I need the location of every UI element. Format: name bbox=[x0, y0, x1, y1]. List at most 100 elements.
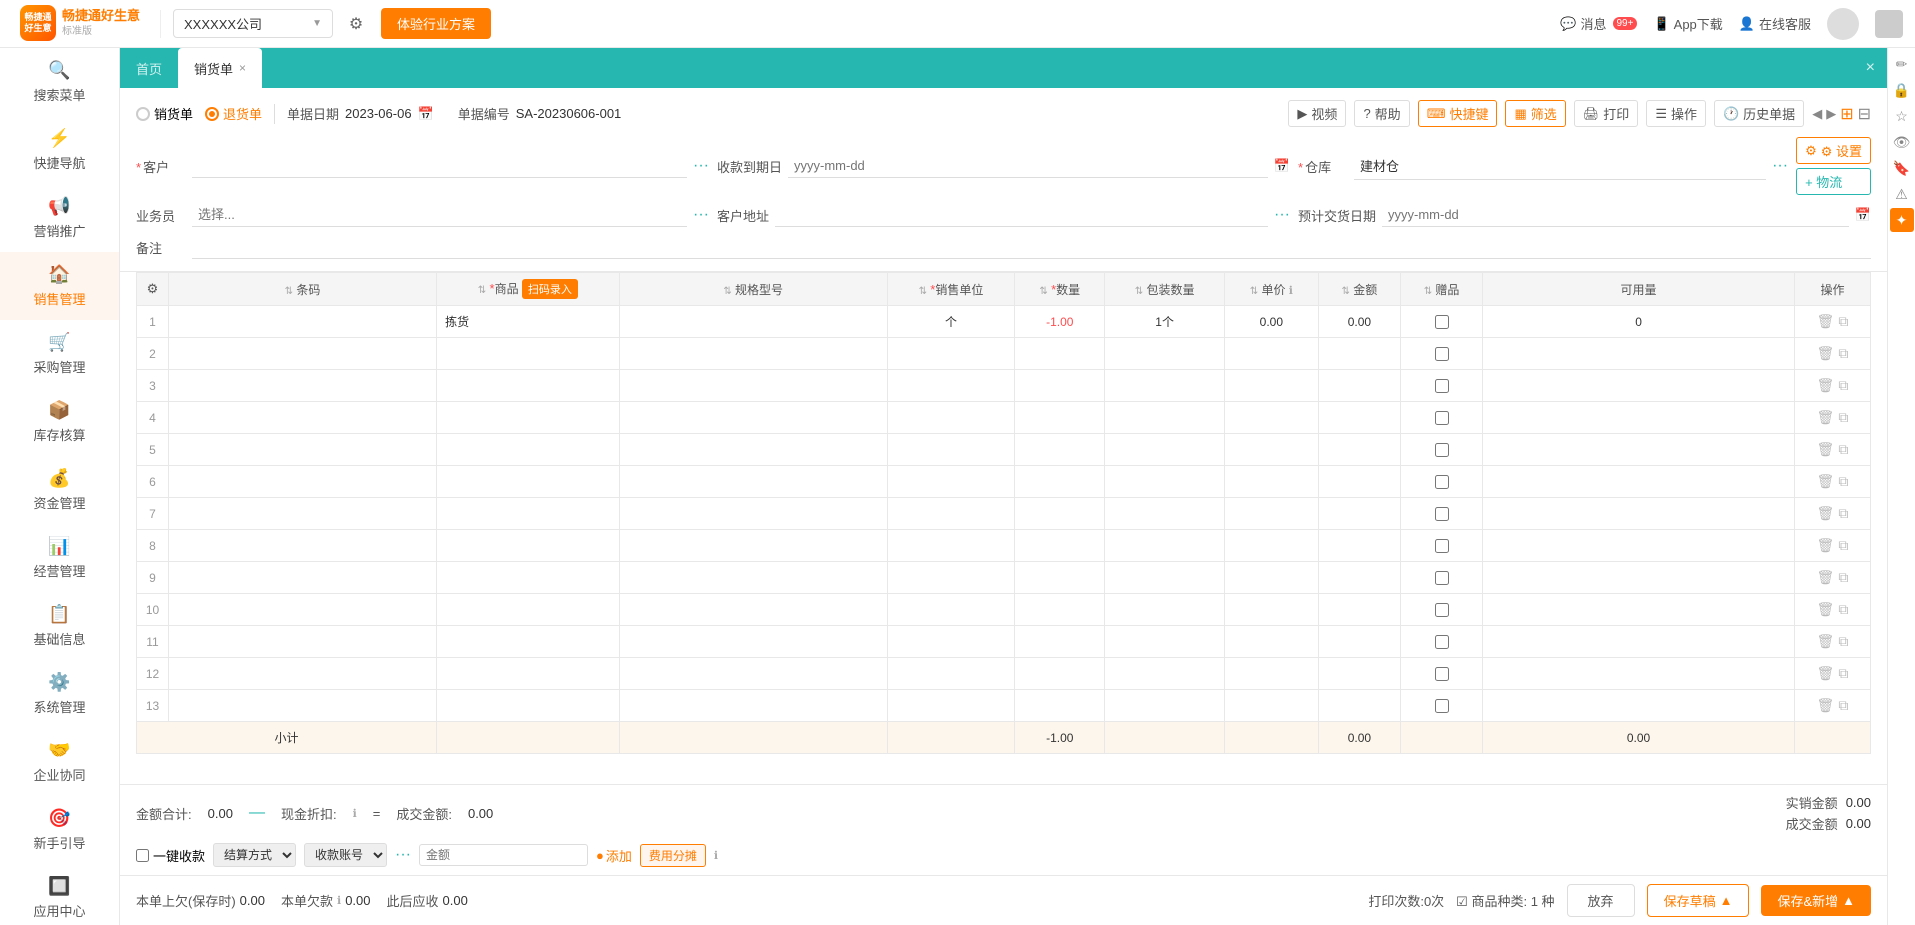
row-copy-icon[interactable]: ⧉ bbox=[1838, 377, 1848, 394]
row-gift[interactable] bbox=[1400, 498, 1482, 530]
row-delete-icon[interactable]: 🗑 bbox=[1817, 377, 1835, 394]
row-spec[interactable] bbox=[619, 594, 887, 626]
row-gift[interactable] bbox=[1400, 626, 1482, 658]
row-unit-price[interactable] bbox=[1224, 466, 1318, 498]
row-unit-price[interactable] bbox=[1224, 690, 1318, 722]
online-service-button[interactable]: 👤 在线客服 bbox=[1739, 14, 1811, 33]
row-gift[interactable] bbox=[1400, 370, 1482, 402]
row-quantity[interactable]: -1.00 bbox=[1015, 306, 1105, 338]
row-unit-price[interactable]: 0.00 bbox=[1224, 306, 1318, 338]
row-copy-icon[interactable]: ⧉ bbox=[1838, 665, 1848, 682]
discard-button[interactable]: 放弃 bbox=[1567, 884, 1635, 917]
print-button[interactable]: 🖨 打印 bbox=[1574, 100, 1639, 127]
trial-button[interactable]: 体验行业方案 bbox=[381, 8, 491, 39]
payment-checkbox-input[interactable] bbox=[136, 849, 149, 862]
address-dots-icon[interactable]: ··· bbox=[1274, 206, 1290, 224]
row-unit-price[interactable] bbox=[1224, 658, 1318, 690]
row-spec[interactable] bbox=[619, 434, 887, 466]
row-spec[interactable] bbox=[619, 370, 887, 402]
row-delete-icon[interactable]: 🗑 bbox=[1817, 313, 1835, 330]
avatar[interactable] bbox=[1827, 8, 1859, 40]
unit-price-info-icon[interactable]: ℹ bbox=[1289, 285, 1293, 297]
row-product[interactable] bbox=[437, 434, 620, 466]
sidebar-item-appstore[interactable]: 🔲 应用中心 bbox=[0, 864, 119, 925]
right-tool-active[interactable]: ✦ bbox=[1890, 208, 1914, 232]
expected-date-input[interactable] bbox=[1382, 203, 1849, 227]
row-barcode[interactable] bbox=[169, 690, 437, 722]
row-unit-price[interactable] bbox=[1224, 530, 1318, 562]
row-gift[interactable] bbox=[1400, 562, 1482, 594]
history-button[interactable]: 🕐 历史单据 bbox=[1714, 100, 1804, 127]
row-quantity[interactable] bbox=[1015, 338, 1105, 370]
fee-info-icon[interactable]: ℹ bbox=[714, 849, 718, 862]
sidebar-item-search[interactable]: 🔍 搜索菜单 bbox=[0, 48, 119, 116]
row-gift[interactable] bbox=[1400, 306, 1482, 338]
sidebar-item-system[interactable]: ⚙️ 系统管理 bbox=[0, 660, 119, 728]
row-spec[interactable] bbox=[619, 306, 887, 338]
row-delete-icon[interactable]: 🗑 bbox=[1817, 665, 1835, 682]
row-copy-icon[interactable]: ⧉ bbox=[1838, 569, 1848, 586]
help-button[interactable]: ? 帮助 bbox=[1354, 100, 1409, 127]
logistics-button[interactable]: + 物流 bbox=[1796, 168, 1871, 195]
row-delete-icon[interactable]: 🗑 bbox=[1817, 505, 1835, 522]
salesman-input[interactable] bbox=[192, 203, 687, 227]
row-product[interactable] bbox=[437, 402, 620, 434]
sidebar-item-marketing[interactable]: 📢 营销推广 bbox=[0, 184, 119, 252]
amount-input[interactable] bbox=[419, 844, 588, 866]
expected-cal-icon[interactable]: 📅 bbox=[1855, 207, 1871, 223]
row-product[interactable]: 拣货 bbox=[437, 306, 620, 338]
row-spec[interactable] bbox=[619, 658, 887, 690]
row-product[interactable] bbox=[437, 530, 620, 562]
right-tool-edit[interactable]: ✏ bbox=[1890, 52, 1914, 76]
save-draft-button[interactable]: 保存草稿 ▲ bbox=[1647, 884, 1750, 917]
row-copy-icon[interactable]: ⧉ bbox=[1838, 313, 1848, 330]
right-tool-bookmark[interactable]: 🔖 bbox=[1890, 156, 1914, 180]
debt-info-icon[interactable]: ℹ bbox=[337, 894, 341, 907]
right-tool-eye[interactable]: 👁 bbox=[1890, 130, 1914, 154]
scan-button[interactable]: 扫码录入 bbox=[522, 279, 578, 299]
message-button[interactable]: 💬 消息 99+ bbox=[1560, 14, 1637, 33]
row-barcode[interactable] bbox=[169, 466, 437, 498]
nav-prev-icon[interactable]: ◀ bbox=[1812, 106, 1822, 122]
row-quantity[interactable] bbox=[1015, 562, 1105, 594]
cash-discount-info-icon[interactable]: ℹ bbox=[353, 807, 357, 820]
add-button[interactable]: ● 添加 bbox=[596, 846, 632, 865]
row-product[interactable] bbox=[437, 466, 620, 498]
row-barcode[interactable] bbox=[169, 658, 437, 690]
list-view-icon[interactable]: ⊟ bbox=[1858, 104, 1871, 124]
sidebar-item-basic[interactable]: 📋 基础信息 bbox=[0, 592, 119, 660]
row-spec[interactable] bbox=[619, 466, 887, 498]
row-copy-icon[interactable]: ⧉ bbox=[1838, 345, 1848, 362]
row-unit-price[interactable] bbox=[1224, 370, 1318, 402]
shortcut-button[interactable]: ⌨ 快捷键 bbox=[1418, 100, 1498, 127]
nav-next-icon[interactable]: ▶ bbox=[1826, 106, 1836, 122]
row-product[interactable] bbox=[437, 594, 620, 626]
row-gift[interactable] bbox=[1400, 434, 1482, 466]
salesman-dots-icon[interactable]: ··· bbox=[693, 206, 709, 224]
row-barcode[interactable] bbox=[169, 594, 437, 626]
row-barcode[interactable] bbox=[169, 370, 437, 402]
row-copy-icon[interactable]: ⧉ bbox=[1838, 409, 1848, 426]
row-product[interactable] bbox=[437, 562, 620, 594]
row-unit-price[interactable] bbox=[1224, 402, 1318, 434]
row-quantity[interactable] bbox=[1015, 594, 1105, 626]
notes-input[interactable] bbox=[192, 235, 1871, 259]
row-delete-icon[interactable]: 🗑 bbox=[1817, 409, 1835, 426]
row-copy-icon[interactable]: ⧉ bbox=[1838, 601, 1848, 618]
row-spec[interactable] bbox=[619, 402, 887, 434]
row-quantity[interactable] bbox=[1015, 466, 1105, 498]
row-gift[interactable] bbox=[1400, 338, 1482, 370]
radio-return-order[interactable]: 退货单 bbox=[205, 104, 262, 123]
customer-dots-icon[interactable]: ··· bbox=[693, 157, 709, 175]
col-settings[interactable]: ⚙ bbox=[137, 273, 169, 306]
row-gift[interactable] bbox=[1400, 594, 1482, 626]
col-settings-icon[interactable]: ⚙ bbox=[147, 281, 159, 296]
filter-button[interactable]: ▦ 筛选 bbox=[1505, 100, 1565, 127]
row-delete-icon[interactable]: 🗑 bbox=[1817, 601, 1835, 618]
row-unit-price[interactable] bbox=[1224, 562, 1318, 594]
sidebar-item-shortcut[interactable]: ⚡ 快捷导航 bbox=[0, 116, 119, 184]
sidebar-item-operations[interactable]: 📊 经营管理 bbox=[0, 524, 119, 592]
payment-cal-icon[interactable]: 📅 bbox=[1274, 158, 1290, 174]
row-unit-price[interactable] bbox=[1224, 626, 1318, 658]
row-quantity[interactable] bbox=[1015, 434, 1105, 466]
